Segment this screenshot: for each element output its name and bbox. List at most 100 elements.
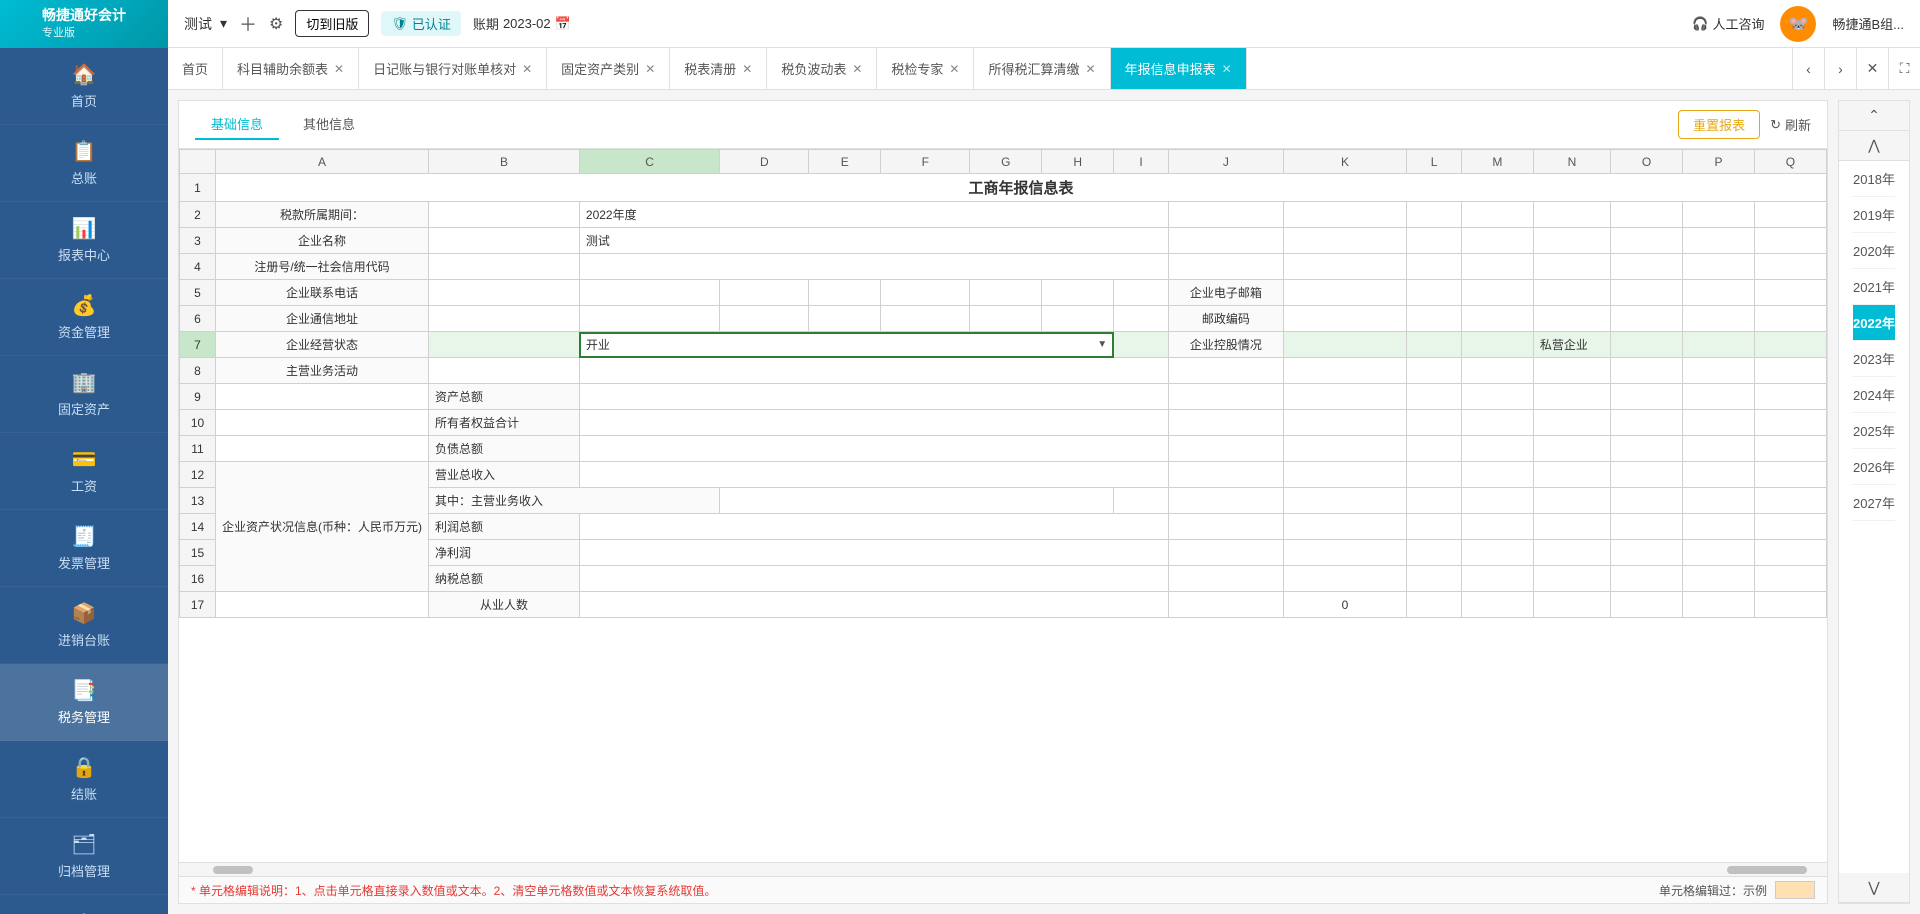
cell-10-A[interactable]: [216, 410, 429, 436]
cell-12-N[interactable]: [1533, 462, 1610, 488]
tab-8[interactable]: 年报信息申报表✕: [1111, 48, 1247, 90]
cell-17-O[interactable]: [1611, 592, 1683, 618]
cell-9-K[interactable]: [1283, 384, 1406, 410]
cell-5-B[interactable]: [429, 280, 580, 306]
cell-14-B[interactable]: 利润总额: [429, 514, 580, 540]
settings-icon[interactable]: ⚙: [269, 14, 283, 34]
cell-5-E[interactable]: [809, 280, 881, 306]
cell-9-J[interactable]: [1168, 384, 1283, 410]
col-header-B[interactable]: B: [429, 150, 580, 174]
cell-11-A[interactable]: [216, 436, 429, 462]
cell-10-B[interactable]: 所有者权益合计: [429, 410, 580, 436]
cell-6-J[interactable]: 邮政编码: [1168, 306, 1283, 332]
cell-2-P[interactable]: [1683, 202, 1755, 228]
cell-15-M[interactable]: [1461, 540, 1533, 566]
col-header-I[interactable]: I: [1114, 150, 1169, 174]
cell-10-N[interactable]: [1533, 410, 1610, 436]
cell-5-L[interactable]: [1407, 280, 1462, 306]
cell-13-J[interactable]: [1168, 488, 1283, 514]
cell-6-E[interactable]: [809, 306, 881, 332]
cell-3-P[interactable]: [1683, 228, 1755, 254]
cell-15-C[interactable]: [579, 540, 1168, 566]
cell-7-B[interactable]: [429, 332, 580, 358]
cell-6-Q[interactable]: [1754, 306, 1826, 332]
cell-17-N[interactable]: [1533, 592, 1610, 618]
cell-13-Q[interactable]: [1754, 488, 1826, 514]
tab-close-2[interactable]: ✕: [522, 62, 532, 76]
cell-13-N[interactable]: [1533, 488, 1610, 514]
cell-15-L[interactable]: [1407, 540, 1462, 566]
cell-16-Q[interactable]: [1754, 566, 1826, 592]
cell-5-A[interactable]: 企业联系电话: [216, 280, 429, 306]
cell-9-C[interactable]: [579, 384, 1168, 410]
tab-basic-info[interactable]: 基础信息: [195, 109, 279, 140]
cell-10-P[interactable]: [1683, 410, 1755, 436]
cell-4-P[interactable]: [1683, 254, 1755, 280]
sidebar-item-进销台账[interactable]: 📦进销台账: [0, 587, 168, 664]
tab-close-5[interactable]: ✕: [852, 62, 862, 76]
cell-2-L[interactable]: [1407, 202, 1462, 228]
cell-2-B[interactable]: [429, 202, 580, 228]
cell-12-O[interactable]: [1611, 462, 1683, 488]
cell-13-M[interactable]: [1461, 488, 1533, 514]
tab-2[interactable]: 日记账与银行对账单核对✕: [359, 48, 547, 90]
col-header-H[interactable]: H: [1042, 150, 1114, 174]
cell-15-B[interactable]: 净利润: [429, 540, 580, 566]
cell-9-M[interactable]: [1461, 384, 1533, 410]
cell-2-A[interactable]: 税款所属期间：: [216, 202, 429, 228]
year-item-2018年[interactable]: 2018年: [1853, 161, 1895, 197]
cell-4-C[interactable]: [579, 254, 1168, 280]
cell-2-O[interactable]: [1611, 202, 1683, 228]
cell-10-M[interactable]: [1461, 410, 1533, 436]
cell-5-D[interactable]: [720, 280, 809, 306]
col-header-D[interactable]: D: [720, 150, 809, 174]
sidebar-item-归档管理[interactable]: 🗂归档管理: [0, 818, 168, 895]
year-item-2025年[interactable]: 2025年: [1853, 413, 1895, 449]
cell-2-M[interactable]: [1461, 202, 1533, 228]
year-item-2026年[interactable]: 2026年: [1853, 449, 1895, 485]
chevron-down-icon[interactable]: ▾: [220, 15, 227, 32]
tab-other-info[interactable]: 其他信息: [287, 109, 371, 140]
sidebar-item-发票管理[interactable]: 🧾发票管理: [0, 510, 168, 587]
tab-close-3[interactable]: ✕: [645, 62, 655, 76]
cell-11-L[interactable]: [1407, 436, 1462, 462]
cell-13-L[interactable]: [1407, 488, 1462, 514]
cell-13-O[interactable]: [1611, 488, 1683, 514]
cell-3-Q[interactable]: [1754, 228, 1826, 254]
cell-14-P[interactable]: [1683, 514, 1755, 540]
cell-8-Q[interactable]: [1754, 358, 1826, 384]
cell-7-Q[interactable]: [1754, 332, 1826, 358]
cell-10-L[interactable]: [1407, 410, 1462, 436]
cell-10-J[interactable]: [1168, 410, 1283, 436]
cell-16-B[interactable]: 纳税总额: [429, 566, 580, 592]
cell-3-K[interactable]: [1283, 228, 1406, 254]
col-header-N[interactable]: N: [1533, 150, 1610, 174]
cell-10-Q[interactable]: [1754, 410, 1826, 436]
h-scrollbar[interactable]: [179, 862, 1827, 876]
cell-6-B[interactable]: [429, 306, 580, 332]
cell-4-K[interactable]: [1283, 254, 1406, 280]
col-header-Q[interactable]: Q: [1754, 150, 1826, 174]
cell-11-M[interactable]: [1461, 436, 1533, 462]
cell-10-O[interactable]: [1611, 410, 1683, 436]
cell-6-L[interactable]: [1407, 306, 1462, 332]
col-header-F[interactable]: F: [881, 150, 970, 174]
sidebar-item-设置[interactable]: ⚙设置: [0, 895, 168, 914]
consult-button[interactable]: 🎧 人工咨询: [1692, 14, 1764, 33]
cell-1-title[interactable]: 工商年报信息表: [216, 174, 1827, 202]
tab-1[interactable]: 科目辅助余额表✕: [223, 48, 359, 90]
cell-7-N[interactable]: 私营企业: [1533, 332, 1610, 358]
refresh-button[interactable]: ↻ 刷新: [1770, 115, 1811, 134]
cell-17-K[interactable]: 0: [1283, 592, 1406, 618]
cell-3-O[interactable]: [1611, 228, 1683, 254]
year-up2-button[interactable]: ⋀: [1839, 131, 1909, 161]
col-header-J[interactable]: J: [1168, 150, 1283, 174]
col-header-L[interactable]: L: [1407, 150, 1462, 174]
cell-17-B[interactable]: 从业人数: [429, 592, 580, 618]
cell-5-Q[interactable]: [1754, 280, 1826, 306]
sidebar-item-报表中心[interactable]: 📊报表中心: [0, 202, 168, 279]
col-header-A[interactable]: A: [216, 150, 429, 174]
col-header-P[interactable]: P: [1683, 150, 1755, 174]
year-up-button[interactable]: ⌃: [1839, 101, 1909, 131]
cell-6-F[interactable]: [881, 306, 970, 332]
